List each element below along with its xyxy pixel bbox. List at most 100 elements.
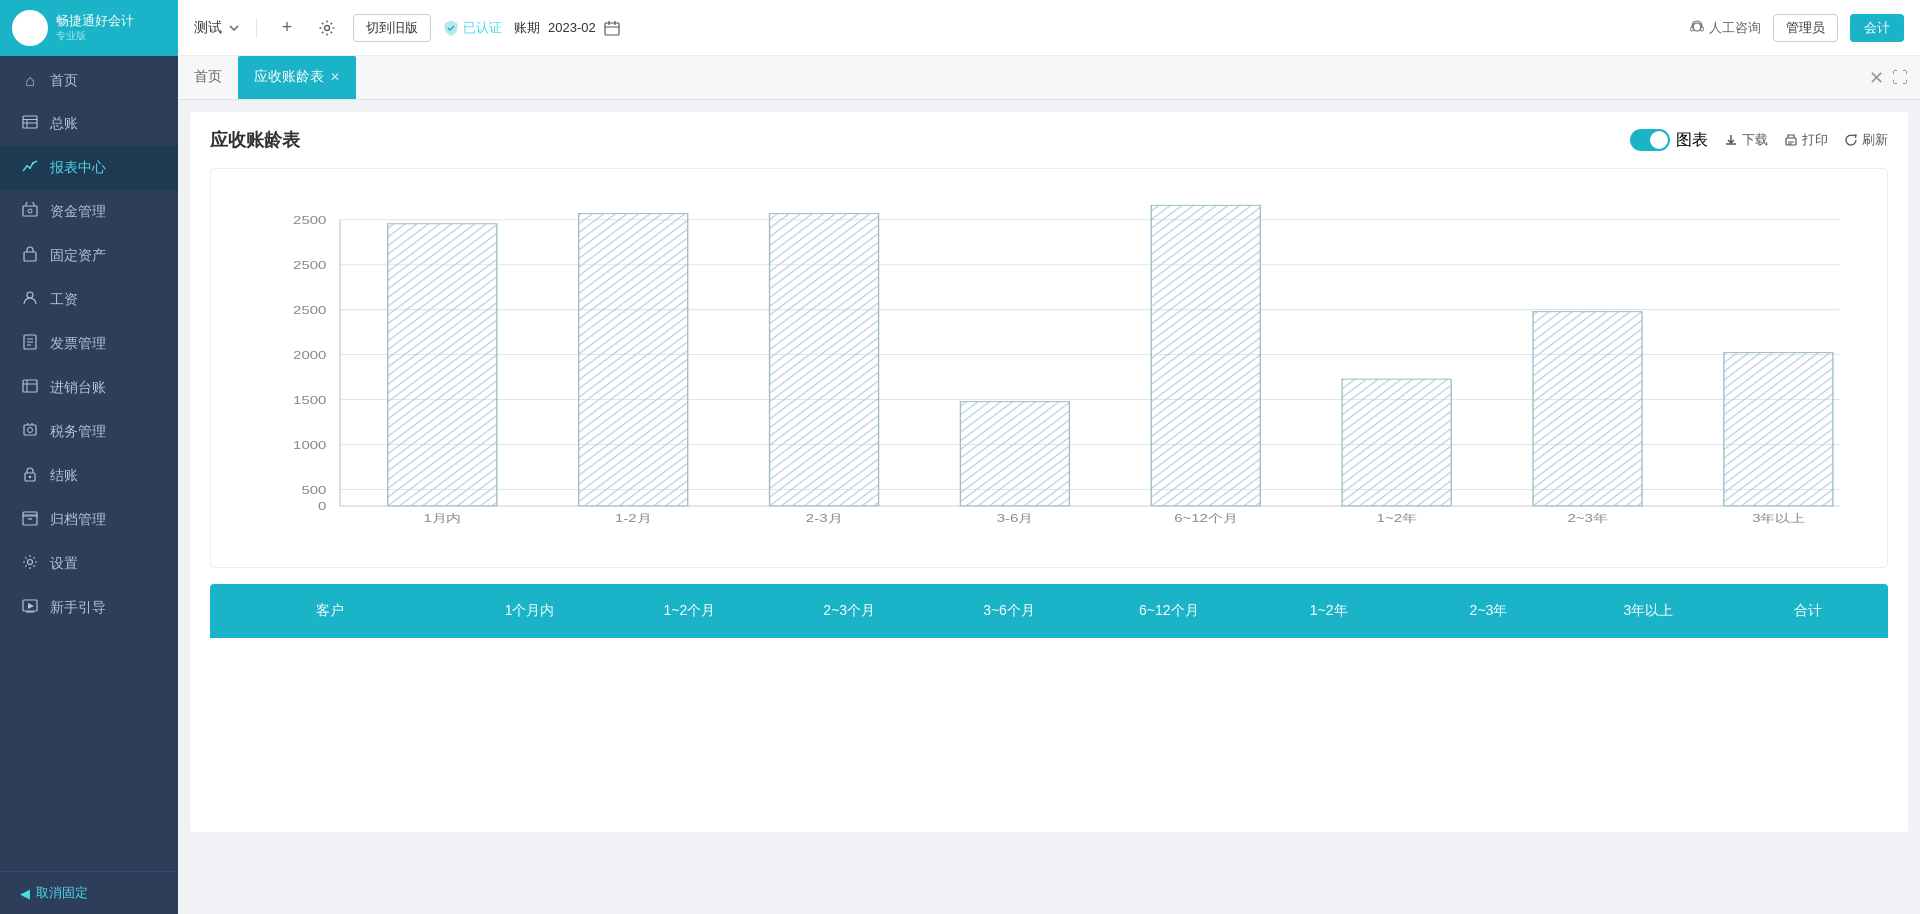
bar-1	[388, 224, 497, 506]
closing-icon	[20, 466, 40, 486]
sidebar-item-archive[interactable]: 归档管理	[0, 498, 178, 542]
col-total: 合计	[1728, 584, 1888, 638]
payroll-icon	[20, 290, 40, 310]
cancel-fixed-icon: ◀	[20, 886, 30, 901]
sidebar-item-report-center[interactable]: 报表中心	[0, 146, 178, 190]
chart-toggle-label: 图表	[1676, 130, 1708, 151]
tab-home[interactable]: 首页	[178, 56, 238, 99]
bar-chart: 2500 2500 2500 2000 1500 1000 500 0	[231, 189, 1867, 557]
sidebar-item-invoice[interactable]: 发票管理	[0, 322, 178, 366]
bar-4	[960, 402, 1069, 506]
assets-icon	[20, 246, 40, 266]
svg-rect-19	[24, 425, 36, 435]
bar-8	[1724, 353, 1833, 506]
print-button[interactable]: 打印	[1784, 131, 1828, 149]
sidebar-logo: 畅捷通好会计 专业版	[0, 0, 178, 56]
calendar-icon[interactable]	[604, 20, 620, 36]
main-content: 应收账龄表 图表 下载 打印	[178, 100, 1920, 914]
guide-icon	[20, 598, 40, 618]
sidebar-item-closing[interactable]: 结账	[0, 454, 178, 498]
sidebar-item-tax[interactable]: 税务管理	[0, 410, 178, 454]
workspace-selector[interactable]: 测试	[194, 19, 240, 37]
tab-ar-aging[interactable]: 应收账龄表 ✕	[238, 56, 356, 99]
svg-rect-36	[1691, 27, 1694, 31]
svg-rect-31	[605, 23, 619, 35]
svg-point-5	[26, 165, 28, 167]
refresh-button[interactable]: 刷新	[1844, 131, 1888, 149]
tax-icon	[20, 422, 40, 442]
bar-2	[579, 214, 688, 506]
expand-button[interactable]: ⛶	[1892, 69, 1908, 87]
sidebar-item-home[interactable]: ⌂ 首页	[0, 60, 178, 102]
bar-7	[1533, 312, 1642, 506]
svg-point-11	[27, 292, 33, 298]
bar-5	[1151, 205, 1260, 506]
svg-text:2500: 2500	[293, 304, 326, 317]
page-content: 应收账龄表 图表 下载 打印	[190, 112, 1908, 832]
download-icon	[1724, 133, 1738, 147]
svg-marker-28	[28, 603, 34, 609]
settings-icon	[20, 554, 40, 574]
headset-icon	[1689, 20, 1705, 36]
svg-rect-10	[24, 252, 36, 261]
tab-close-icon[interactable]: ✕	[330, 70, 340, 84]
svg-rect-16	[23, 380, 37, 392]
svg-text:1000: 1000	[293, 438, 326, 451]
topbar-right: 人工咨询 管理员 会计	[1689, 14, 1904, 42]
sidebar-nav: ⌂ 首页 总账 报表中心 资金管理 固定资产	[0, 56, 178, 871]
ledger-icon	[20, 114, 40, 134]
archive-icon	[20, 510, 40, 530]
sidebar-item-beginner-guide[interactable]: 新手引导	[0, 586, 178, 630]
sidebar-item-purchase-sales[interactable]: 进销台账	[0, 366, 178, 410]
sidebar: 畅捷通好会计 专业版 ⌂ 首页 总账 报表中心 资金管理	[0, 0, 178, 914]
support-button[interactable]: 人工咨询	[1689, 19, 1761, 37]
chart-toggle[interactable]: 图表	[1630, 129, 1708, 151]
add-button[interactable]: +	[273, 14, 301, 42]
topbar: 测试 + 切到旧版 已认证 账期 2023-02 人工咨询 管理员 会计	[178, 0, 1920, 56]
svg-rect-8	[23, 206, 37, 216]
sidebar-item-general-ledger[interactable]: 总账	[0, 102, 178, 146]
purchase-icon	[20, 378, 40, 398]
col-1-2month: 1~2个月	[610, 584, 770, 638]
svg-point-26	[28, 560, 33, 565]
print-icon	[1784, 133, 1798, 147]
svg-rect-24	[23, 512, 37, 516]
logo-icon	[12, 10, 48, 46]
col-2-3year: 2~3年	[1409, 584, 1569, 638]
role-button[interactable]: 会计	[1850, 14, 1904, 42]
close-tab-button[interactable]: ✕	[1869, 67, 1884, 89]
col-1-2year: 1~2年	[1249, 584, 1409, 638]
period-display: 账期 2023-02	[514, 19, 620, 37]
user-button[interactable]: 管理员	[1773, 14, 1838, 42]
chevron-down-icon	[228, 22, 240, 34]
toggle-track[interactable]	[1630, 129, 1670, 151]
main-area: 测试 + 切到旧版 已认证 账期 2023-02 人工咨询 管理员 会计	[178, 0, 1920, 914]
svg-text:3-6月: 3-6月	[997, 512, 1033, 525]
fund-icon	[20, 202, 40, 222]
svg-rect-1	[23, 116, 37, 128]
svg-text:0: 0	[318, 500, 326, 513]
settings-button[interactable]	[313, 14, 341, 42]
switch-version-button[interactable]: 切到旧版	[353, 14, 431, 42]
cancel-fixed-button[interactable]: ◀ 取消固定	[0, 871, 178, 914]
sidebar-item-fixed-assets[interactable]: 固定资产	[0, 234, 178, 278]
svg-text:2~3年: 2~3年	[1567, 512, 1607, 525]
sidebar-item-settings[interactable]: 设置	[0, 542, 178, 586]
page-actions: 图表 下载 打印 刷新	[1630, 129, 1888, 151]
svg-rect-37	[1701, 27, 1704, 31]
download-button[interactable]: 下载	[1724, 131, 1768, 149]
svg-text:6~12个月: 6~12个月	[1174, 512, 1237, 525]
svg-point-6	[29, 167, 31, 169]
table-header: 客户 1个月内 1~2个月 2~3个月 3~6个月 6~12个月 1~2年 2~…	[210, 584, 1888, 638]
toggle-thumb	[1650, 131, 1668, 149]
sidebar-item-fund-management[interactable]: 资金管理	[0, 190, 178, 234]
sidebar-item-payroll[interactable]: 工资	[0, 278, 178, 322]
svg-text:1-2月: 1-2月	[615, 512, 651, 525]
svg-text:2000: 2000	[293, 349, 326, 362]
col-2-3month: 2~3个月	[769, 584, 929, 638]
divider-1	[256, 18, 257, 38]
workspace-name: 测试	[194, 19, 222, 37]
shield-icon	[443, 20, 459, 36]
logo-text: 畅捷通好会计 专业版	[56, 13, 134, 44]
home-icon: ⌂	[20, 72, 40, 90]
